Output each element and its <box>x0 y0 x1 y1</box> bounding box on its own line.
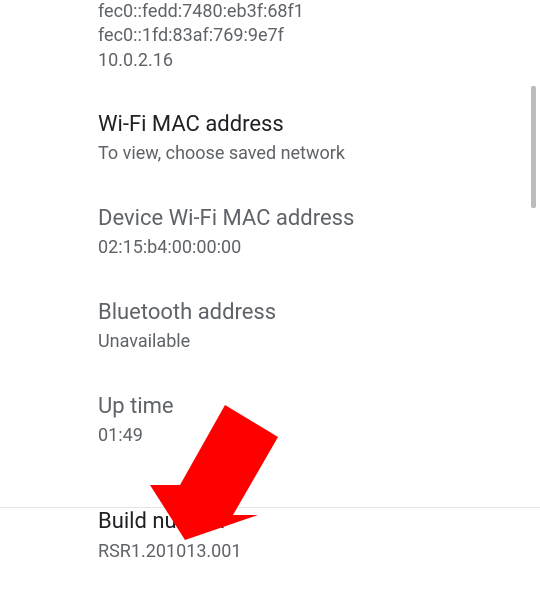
scrollbar-thumb[interactable] <box>531 86 536 208</box>
ip-address-values: fec0::fedd:7480:eb3f:68f1 fec0::1fd:83af… <box>98 0 505 73</box>
bluetooth-title: Bluetooth address <box>98 299 505 328</box>
build-number-row[interactable]: Build number RSR1.201013.001 <box>98 508 505 564</box>
device-wifi-mac-value: 02:15:b4:00:00:00 <box>98 236 505 260</box>
wifi-mac-title: Wi-Fi MAC address <box>98 111 505 140</box>
uptime-row[interactable]: Up time 01:49 <box>98 393 505 449</box>
uptime-title: Up time <box>98 393 505 422</box>
uptime-value: 01:49 <box>98 424 505 448</box>
build-number-value: RSR1.201013.001 <box>98 540 505 564</box>
wifi-mac-subtitle: To view, choose saved network <box>98 142 505 166</box>
bluetooth-value: Unavailable <box>98 330 505 354</box>
build-number-title: Build number <box>98 508 505 537</box>
device-wifi-mac-title: Device Wi-Fi MAC address <box>98 205 505 234</box>
device-wifi-mac-row[interactable]: Device Wi-Fi MAC address 02:15:b4:00:00:… <box>98 205 505 261</box>
bluetooth-row[interactable]: Bluetooth address Unavailable <box>98 299 505 355</box>
wifi-mac-row[interactable]: Wi-Fi MAC address To view, choose saved … <box>98 111 505 167</box>
